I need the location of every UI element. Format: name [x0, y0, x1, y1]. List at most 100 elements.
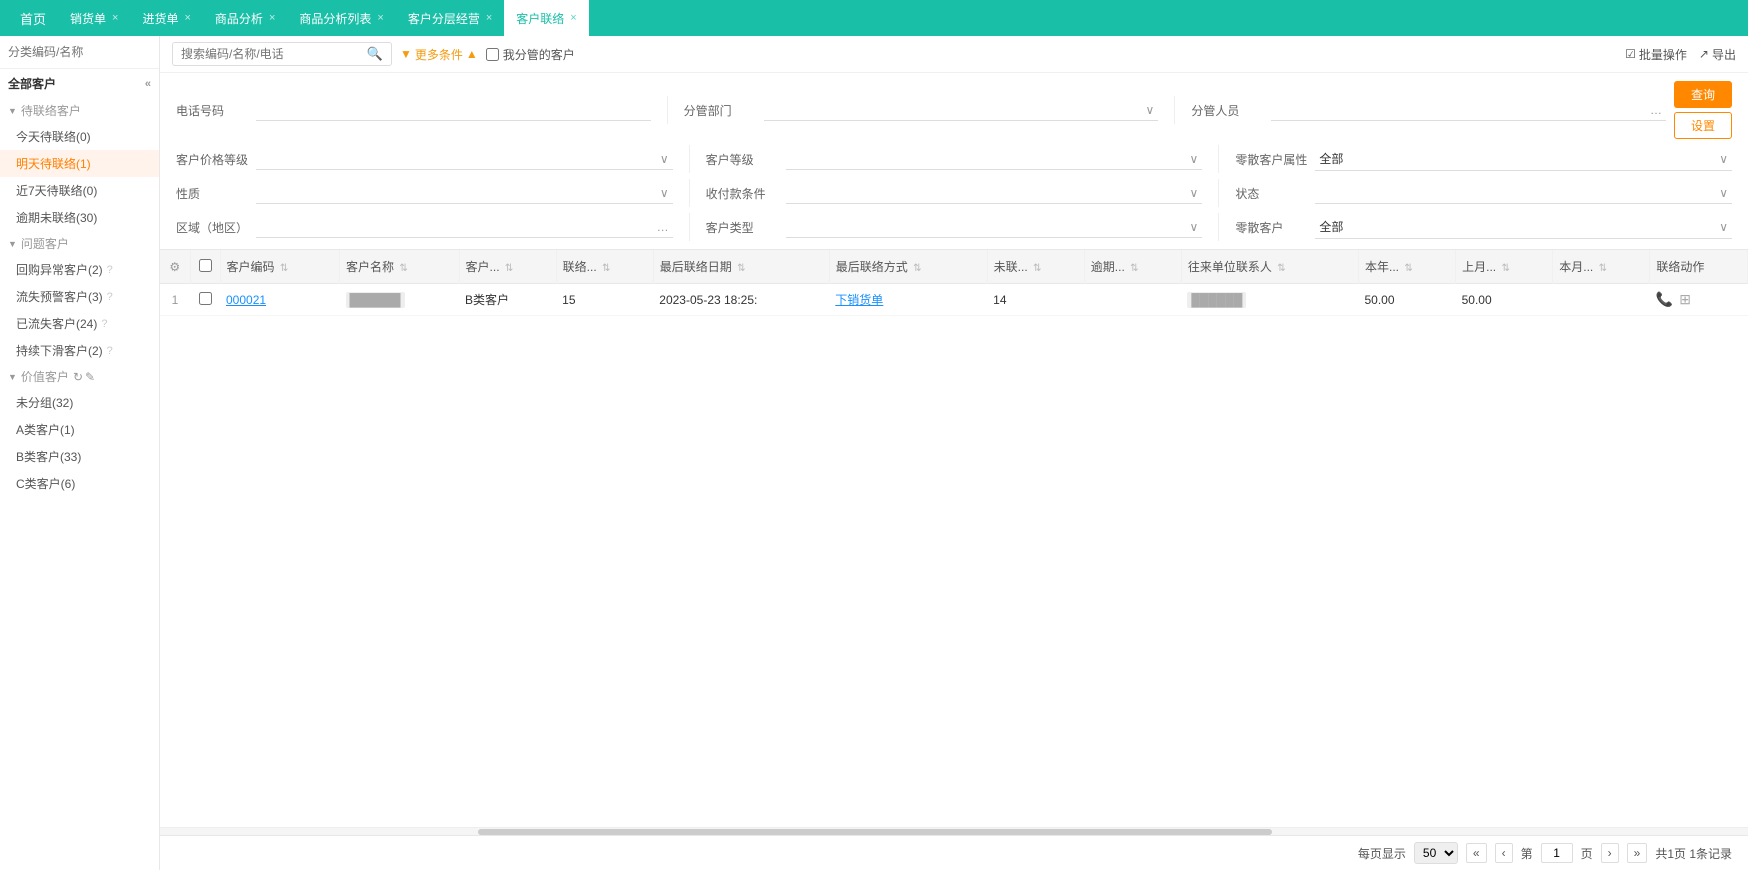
nav-sales-close[interactable]: × [112, 12, 118, 24]
export-button[interactable]: ↗ 导出 [1699, 46, 1736, 63]
nav-product-analysis-close[interactable]: × [269, 12, 275, 24]
filter-type-label: 客户类型 [706, 219, 786, 236]
filter-nature-select[interactable]: ∨ [256, 183, 673, 204]
nav-product-analysis-list[interactable]: 商品分析列表 × [287, 0, 395, 36]
filter-row-1: 电话号码 分管部门 ∨ 分管人员 … [176, 81, 1732, 139]
nav-product-analysis[interactable]: 商品分析 × [203, 0, 287, 36]
nav-contact-close[interactable]: × [570, 12, 576, 24]
filter-dept-select[interactable]: ∨ [764, 100, 1159, 121]
more-filters-button[interactable]: ▼ 更多条件 ▲ [400, 46, 478, 63]
filter-nature: 性质 ∨ [176, 183, 673, 204]
sidebar-item-class-c[interactable]: C类客户(6) [0, 470, 159, 497]
filter-price-select[interactable]: ∨ [256, 149, 673, 170]
col-contact: 联络... ⇅ [556, 250, 653, 284]
filter-phone-input[interactable] [256, 100, 651, 121]
search-icon[interactable]: 🔍 [367, 46, 383, 62]
sort-code-icon[interactable]: ⇅ [280, 263, 288, 274]
col-code: 客户编码 ⇅ [220, 250, 340, 284]
batch-operation-button[interactable]: ☑ 批量操作 [1625, 46, 1687, 63]
sort-month-icon[interactable]: ⇅ [1599, 263, 1607, 274]
pagination-last[interactable]: » [1627, 843, 1648, 863]
pagination-first[interactable]: « [1466, 843, 1487, 863]
batch-icon: ☑ [1625, 47, 1636, 61]
filter-scatter-select[interactable]: 全部∨ [1315, 147, 1732, 171]
sidebar-item-declining[interactable]: 持续下滑客户(2) ? [0, 337, 159, 364]
cell-action: 📞 ⊞ [1650, 284, 1748, 316]
sidebar-item-class-b[interactable]: B类客户(33) [0, 443, 159, 470]
nav-product-list-close[interactable]: × [377, 12, 383, 24]
phone-icon[interactable]: 📞 [1656, 291, 1673, 308]
help-icon-abnormal[interactable]: ? [107, 264, 113, 276]
pagination-next[interactable]: › [1601, 843, 1619, 863]
sidebar-search-input[interactable] [8, 45, 160, 59]
sidebar-item-overdue[interactable]: 逾期未联络(30) [0, 204, 159, 231]
col-this-year: 本年... ⇅ [1358, 250, 1455, 284]
refresh-icon[interactable]: ↻ [73, 370, 83, 384]
grid-icon[interactable]: ⊞ [1679, 291, 1691, 308]
sidebar-group-pending: 待联络客户 [0, 98, 159, 123]
help-icon-churn[interactable]: ? [107, 291, 113, 303]
filter-customer-type: 客户类型 ∨ [706, 217, 1203, 238]
customer-code-link[interactable]: 000021 [226, 293, 266, 307]
sidebar-item-tomorrow[interactable]: 明天待联络(1) [0, 150, 159, 177]
sidebar-item-class-a[interactable]: A类客户(1) [0, 416, 159, 443]
filter-row-3: 性质 ∨ 收付款条件 ∨ 状态 ∨ [176, 179, 1732, 207]
sort-contact-icon[interactable]: ⇅ [602, 263, 610, 274]
edit-icon[interactable]: ✎ [85, 370, 95, 384]
help-icon-lost[interactable]: ? [101, 318, 107, 330]
help-icon-declining[interactable]: ? [107, 345, 113, 357]
filter-region-select[interactable]: … [256, 217, 673, 238]
pagination-prev[interactable]: ‹ [1495, 843, 1513, 863]
horizontal-scrollbar[interactable] [160, 827, 1748, 835]
my-customers-checkbox-container[interactable]: 我分管的客户 [486, 46, 575, 63]
filter-manager-select[interactable]: … [1271, 100, 1666, 121]
sort-name-icon[interactable]: ⇅ [399, 263, 407, 274]
cell-last-month: 50.00 [1456, 284, 1553, 316]
sort-lmonth-icon[interactable]: ⇅ [1501, 263, 1509, 274]
sidebar-item-lost[interactable]: 已流失客户(24) ? [0, 310, 159, 337]
sort-method-icon[interactable]: ⇅ [913, 263, 921, 274]
reset-button[interactable]: 设置 [1674, 112, 1732, 139]
sort-unit-icon[interactable]: ⇅ [1277, 263, 1285, 274]
nav-customer-segment[interactable]: 客户分层经营 × [396, 0, 504, 36]
filter-status-select[interactable]: ∨ [1315, 183, 1732, 204]
filter-action-buttons: 查询 设置 [1666, 81, 1732, 139]
search-input[interactable] [181, 47, 367, 61]
col-settings[interactable]: ⚙ [160, 250, 190, 284]
collapse-icon[interactable]: « [145, 78, 151, 90]
sidebar-item-churn-warning[interactable]: 流失预警客户(3) ? [0, 283, 159, 310]
cell-this-month [1553, 284, 1650, 316]
all-customers-header[interactable]: 全部客户 « [0, 69, 159, 98]
total-records: 共1页 1条记录 [1655, 845, 1732, 862]
filter-level-select[interactable]: ∨ [786, 149, 1203, 170]
sort-overdue-icon[interactable]: ⇅ [1130, 263, 1138, 274]
filter-retail-select[interactable]: 全部∨ [1315, 215, 1732, 239]
sidebar-item-today[interactable]: 今天待联络(0) [0, 123, 159, 150]
filter-row-4: 区域（地区） … 客户类型 ∨ 零散客户 全部∨ [176, 213, 1732, 241]
sort-year-icon[interactable]: ⇅ [1404, 263, 1412, 274]
nav-customer-contact[interactable]: 客户联络 × [504, 0, 588, 36]
nav-purchase[interactable]: 进货单 × [130, 0, 202, 36]
sort-date-icon[interactable]: ⇅ [737, 263, 745, 274]
nav-purchase-close[interactable]: × [184, 12, 190, 24]
query-button[interactable]: 查询 [1674, 81, 1732, 108]
last-method-link[interactable]: 下销货单 [835, 293, 883, 307]
nav-segment-close[interactable]: × [486, 12, 492, 24]
cell-last-method: 下销货单 [829, 284, 987, 316]
sort-type-icon[interactable]: ⇅ [505, 263, 513, 274]
sort-unlinked-icon[interactable]: ⇅ [1033, 263, 1041, 274]
select-all-checkbox[interactable] [199, 259, 212, 272]
page-number-input[interactable] [1541, 843, 1573, 863]
cell-unlinked: 14 [987, 284, 1084, 316]
row-checkbox[interactable] [199, 292, 212, 305]
nav-sales[interactable]: 销货单 × [58, 0, 130, 36]
page-size-select[interactable]: 50 [1414, 842, 1458, 864]
filter-payment-select[interactable]: ∨ [786, 183, 1203, 204]
my-customers-checkbox[interactable] [486, 48, 499, 61]
sidebar-item-abnormal[interactable]: 回购异常客户(2) ? [0, 256, 159, 283]
sidebar-item-ungrouped[interactable]: 未分组(32) [0, 389, 159, 416]
filter-type-select[interactable]: ∨ [786, 217, 1203, 238]
sidebar-item-7days[interactable]: 近7天待联络(0) [0, 177, 159, 204]
nav-home[interactable]: 首页 [8, 0, 58, 36]
col-unlinked: 未联... ⇅ [987, 250, 1084, 284]
